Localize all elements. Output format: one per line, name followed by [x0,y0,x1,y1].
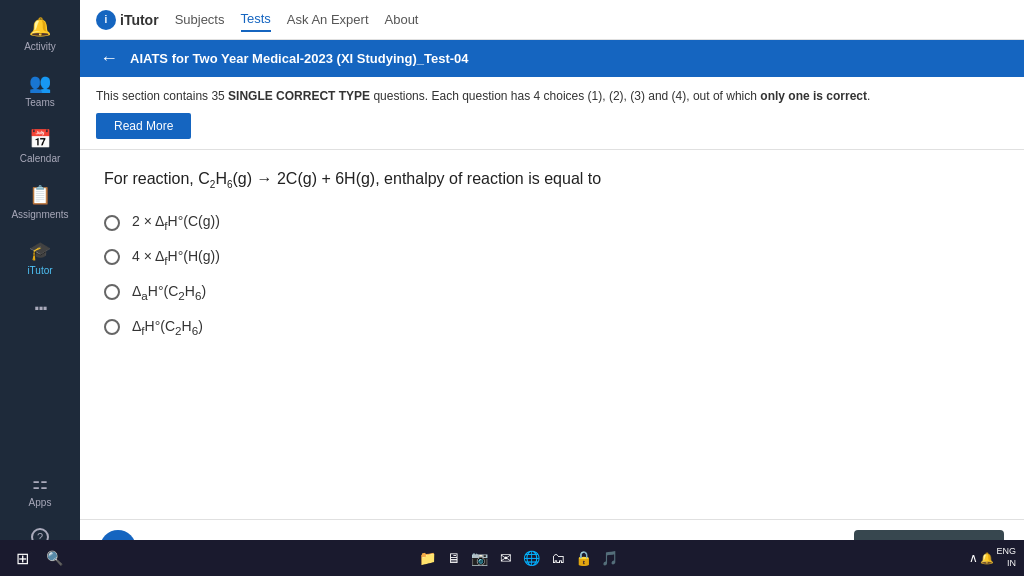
more-icon: ··· [34,296,46,322]
taskbar-icon-camera[interactable]: 📷 [468,546,492,570]
start-icon: ⊞ [16,549,29,568]
tray-icon-2: 🔔 [980,552,994,565]
system-tray: ∧ 🔔 ENG IN [969,546,1016,569]
section-info-text: This section contains 35 SINGLE CORRECT … [96,87,1008,105]
nav-subjects[interactable]: Subjects [175,8,225,31]
start-button[interactable]: ⊞ [8,544,36,572]
sidebar-item-label: Apps [29,497,52,508]
activity-icon: 🔔 [29,16,51,38]
sidebar-item-more[interactable]: ··· [0,288,80,330]
option-3-label: ΔaH°(C2H6) [132,283,206,302]
nav-ask-expert[interactable]: Ask An Expert [287,8,369,31]
taskbar-icon-file[interactable]: 📁 [416,546,440,570]
sidebar-item-itutor[interactable]: 🎓 iTutor [0,232,80,284]
itutor-icon: 🎓 [29,240,51,262]
sidebar-item-activity[interactable]: 🔔 Activity [0,8,80,60]
taskbar-icon-music[interactable]: 🎵 [598,546,622,570]
option-2-label: 4 × ΔfH°(H(g)) [132,248,220,267]
back-button[interactable]: ← [96,48,122,69]
option-4-label: ΔfH°(C2H6) [132,318,203,337]
taskbar-icon-browser[interactable]: 🌐 [520,546,544,570]
option-3[interactable]: ΔaH°(C2H6) [104,283,1000,302]
taskbar-icon-lock[interactable]: 🔒 [572,546,596,570]
header-bar: ← AIATS for Two Year Medical-2023 (XI St… [80,40,1024,77]
top-navigation: i iTutor Subjects Tests Ask An Expert Ab… [80,0,1024,40]
taskbar-icon-mail[interactable]: ✉ [494,546,518,570]
test-title: AIATS for Two Year Medical-2023 (XI Stud… [130,51,469,66]
read-more-button[interactable]: Read More [96,113,191,139]
teams-icon: 👥 [29,72,51,94]
windows-taskbar: ⊞ 🔍 📁 🖥 📷 ✉ 🌐 🗂 🔒 🎵 ∧ 🔔 ENG IN [0,540,1024,576]
assignments-icon: 📋 [29,184,51,206]
taskbar-search[interactable]: 🔍 [40,544,68,572]
sidebar-item-label: iTutor [27,265,52,276]
app-name: iTutor [120,12,159,28]
sidebar-item-label: Teams [25,97,54,108]
sidebar-item-apps[interactable]: ⚏ Apps [0,464,80,516]
taskbar-icon-files2[interactable]: 🗂 [546,546,570,570]
main-content: i iTutor Subjects Tests Ask An Expert Ab… [80,0,1024,576]
tray-icon-1: ∧ [969,551,978,565]
sidebar-item-teams[interactable]: 👥 Teams [0,64,80,116]
sidebar-item-assignments[interactable]: 📋 Assignments [0,176,80,228]
radio-1[interactable] [104,215,120,231]
radio-2[interactable] [104,249,120,265]
lang-bottom: IN [996,558,1016,570]
options-list: 2 × ΔfH°(C(g)) 4 × ΔfH°(H(g)) ΔaH°(C2H6)… [104,213,1000,336]
option-1[interactable]: 2 × ΔfH°(C(g)) [104,213,1000,232]
question-text: For reaction, C2H6(g) → 2C(g) + 6H(g), e… [104,166,1000,193]
sidebar-item-label: Activity [24,41,56,52]
sidebar-item-calendar[interactable]: 📅 Calendar [0,120,80,172]
sidebar-item-label: Calendar [20,153,61,164]
option-2[interactable]: 4 × ΔfH°(H(g)) [104,248,1000,267]
lang-top: ENG [996,546,1016,558]
radio-4[interactable] [104,319,120,335]
nav-tests[interactable]: Tests [241,7,271,32]
sidebar-item-label: Assignments [11,209,68,220]
info-section: This section contains 35 SINGLE CORRECT … [80,77,1024,150]
taskbar-center-icons: 📁 🖥 📷 ✉ 🌐 🗂 🔒 🎵 [416,546,622,570]
sidebar: 🔔 Activity 👥 Teams 📅 Calendar 📋 Assignme… [0,0,80,576]
tray-language: ENG IN [996,546,1016,569]
option-4[interactable]: ΔfH°(C2H6) [104,318,1000,337]
option-1-label: 2 × ΔfH°(C(g)) [132,213,220,232]
question-area: For reaction, C2H6(g) → 2C(g) + 6H(g), e… [80,150,1024,519]
apps-icon: ⚏ [32,472,48,494]
nav-links: Subjects Tests Ask An Expert About [175,7,419,32]
app-logo: i iTutor [96,10,159,30]
taskbar-icon-monitor[interactable]: 🖥 [442,546,466,570]
nav-about[interactable]: About [385,8,419,31]
search-icon: 🔍 [46,550,63,566]
radio-3[interactable] [104,284,120,300]
calendar-icon: 📅 [29,128,51,150]
logo-icon: i [96,10,116,30]
